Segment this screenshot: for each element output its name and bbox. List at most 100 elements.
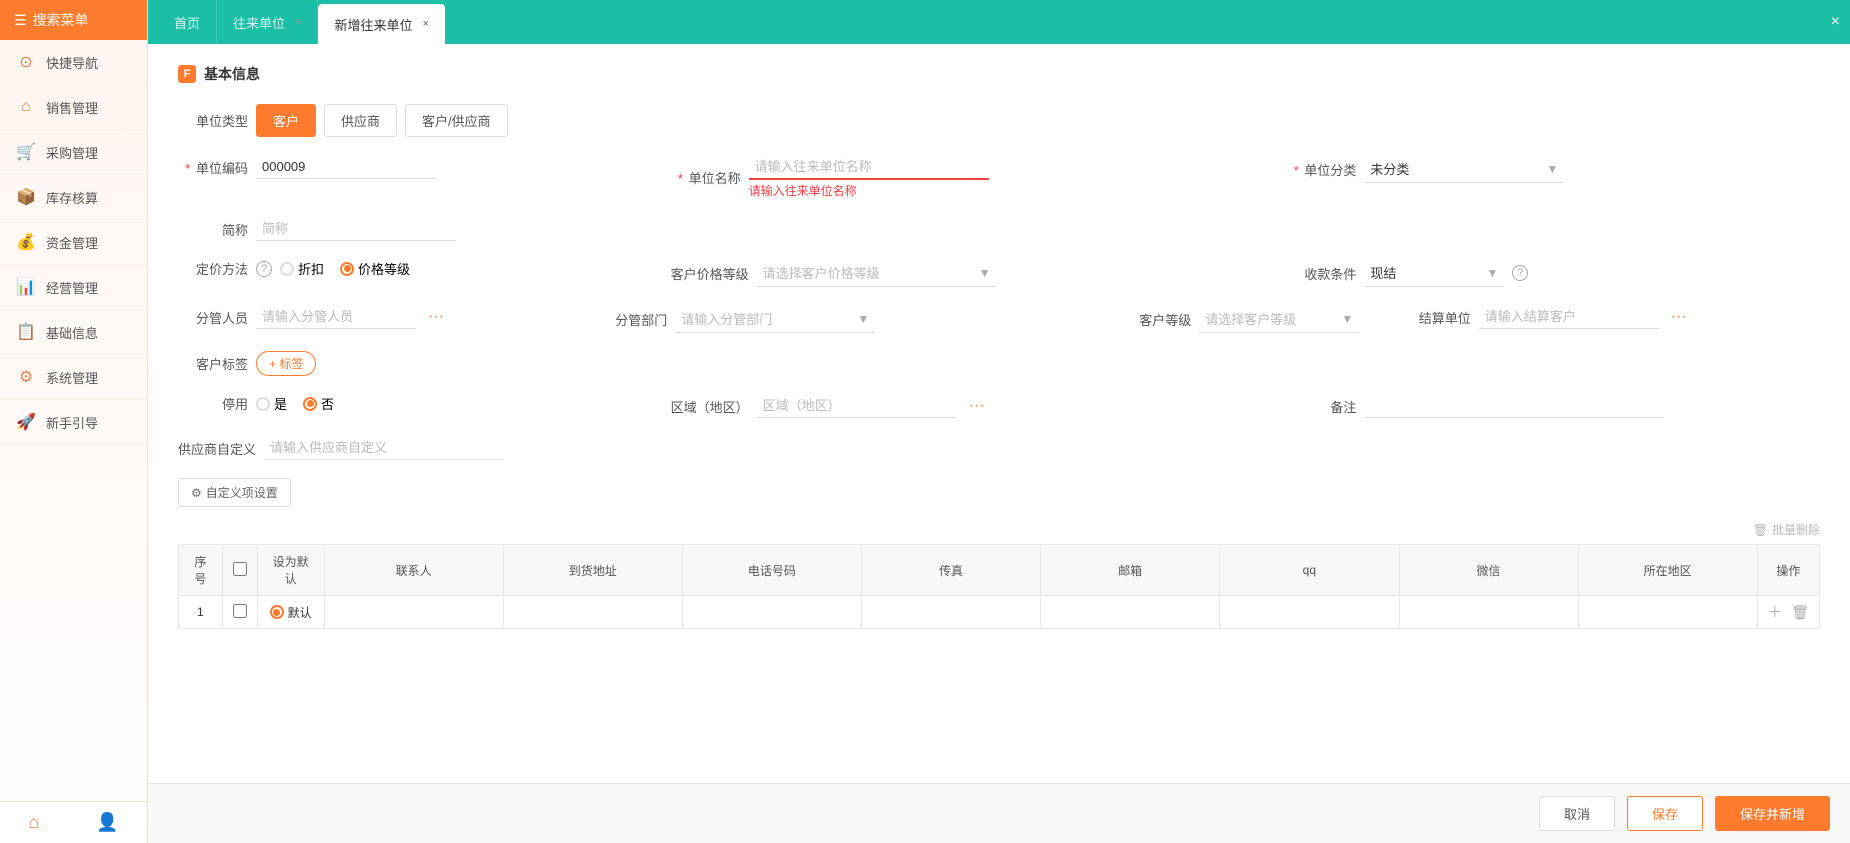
payment-terms-value: 现结 [1370,263,1486,282]
row-phone-input[interactable] [693,605,851,620]
disabled-label: 停用 [178,394,248,413]
disabled-no-radio[interactable]: 否 [303,394,334,413]
row-location[interactable] [1578,596,1757,629]
disabled-no-circle [303,397,317,411]
cancel-button[interactable]: 取消 [1539,796,1615,831]
sidebar-item-guide[interactable]: 🚀 新手引导 [0,400,147,445]
col-delivery: 到货地址 [503,545,682,596]
region-input[interactable] [757,394,957,418]
customer-price-level-arrow: ▼ [979,266,991,280]
payment-terms-select[interactable]: 现结 ▼ [1364,259,1504,287]
tab-new-partner-close[interactable]: × [422,18,428,30]
add-tag-btn[interactable]: + 标签 [256,351,316,376]
remark-label: 备注 [1286,397,1356,416]
unit-code-input[interactable] [256,155,436,179]
row-checkbox-input[interactable] [233,604,247,618]
pricing-method-label: 定价方法 [178,259,248,278]
short-name-input[interactable] [256,217,456,241]
sidebar-item-purchase[interactable]: 🛒 采购管理 [0,130,147,175]
tab-partners[interactable]: 往来单位 × [217,0,318,44]
sidebar: ☰ 搜索菜单 ⊙ 快捷导航 ⌂ 销售管理 🛒 采购管理 📦 库存核算 💰 资金管… [0,0,148,843]
row-location-input[interactable] [1589,605,1747,620]
row-contact-input[interactable] [335,605,493,620]
sidebar-item-system[interactable]: ⚙ 系统管理 [0,355,147,400]
row-qq[interactable] [1220,596,1399,629]
payment-terms-help-icon[interactable]: ? [1512,265,1528,281]
disabled-yes-radio[interactable]: 是 [256,394,287,413]
unit-type-label: 单位类型 [178,111,248,130]
unit-name-input[interactable] [749,155,989,180]
unit-code-label: * 单位编码 [178,158,248,177]
row-default: 默认 [257,596,324,629]
tab-new-partner[interactable]: 新增往来单位 × [318,4,444,44]
sidebar-item-inventory[interactable]: 📦 库存核算 [0,175,147,220]
department-field: 分管部门 请输入分管部门 ▼ [597,305,1121,333]
tab-home[interactable]: 首页 [158,0,217,44]
save-button[interactable]: 保存 [1627,796,1703,831]
row-delete-btn[interactable]: 🗑 [1791,604,1809,620]
pricing-discount-radio[interactable]: 折扣 [280,259,324,278]
close-all-tabs[interactable]: × [1831,13,1840,31]
sidebar-item-basic[interactable]: 📋 基础信息 [0,310,147,355]
sidebar-item-finance[interactable]: 💰 资金管理 [0,220,147,265]
user-bottom-icon[interactable]: 👤 [96,812,118,833]
sidebar-item-sales[interactable]: ⌂ 销售管理 [0,85,147,130]
row-delivery-input[interactable] [514,605,672,620]
supplier-custom-field: 供应商自定义 [178,436,1820,460]
batch-delete-label[interactable]: 批量删除 [1772,521,1820,538]
settlement-more-btn[interactable]: ··· [1667,308,1691,326]
row-fax[interactable] [861,596,1040,629]
col-phone: 电话号码 [682,545,861,596]
unit-category-label: * 单位分类 [1286,160,1356,179]
department-select[interactable]: 请输入分管部门 ▼ [675,305,875,333]
row-email[interactable] [1041,596,1220,629]
settlement-unit-input[interactable] [1479,305,1659,329]
col-seq: 序号 [179,545,223,596]
customer-price-level-select[interactable]: 请选择客户价格等级 ▼ [757,259,997,287]
save-and-new-button[interactable]: 保存并新增 [1715,796,1830,831]
manager-input[interactable] [256,305,416,329]
pricing-level-radio[interactable]: 价格等级 [340,259,410,278]
sidebar-item-operations[interactable]: 📊 经营管理 [0,265,147,310]
row-fax-input[interactable] [872,605,1030,620]
department-label: 分管部门 [597,310,667,329]
unit-btn-both[interactable]: 客户/供应商 [405,104,508,137]
row-wechat[interactable] [1399,596,1578,629]
manager-more-btn[interactable]: ··· [424,308,448,326]
row-qq-input[interactable] [1230,605,1388,620]
customer-level-select[interactable]: 请选择客户等级 ▼ [1199,305,1359,333]
row-default-radio[interactable]: 默认 [268,604,314,621]
home-bottom-icon[interactable]: ⌂ [28,812,39,833]
manager-row: 分管人员 ··· 分管部门 请输入分管部门 ▼ 客户等级 请选择客户等级 ▼ 结… [178,305,1820,333]
remark-field: 备注 [1286,394,1820,418]
bottom-action-bar: 取消 保存 保存并新增 [148,783,1850,843]
remark-input[interactable] [1364,394,1664,418]
customer-level-placeholder: 请选择客户等级 [1205,309,1341,328]
row-add-btn[interactable]: ＋ [1768,604,1782,620]
unit-btn-supplier[interactable]: 供应商 [324,104,397,137]
supplier-custom-input[interactable] [264,436,504,460]
row-wechat-input[interactable] [1410,605,1568,620]
manager-field: 分管人员 ··· [178,305,597,329]
disabled-row: 停用 是 否 区域（地区） ··· 备注 [178,394,1820,418]
row-delivery[interactable] [503,596,682,629]
region-more-btn[interactable]: ··· [965,397,989,415]
unit-btn-customer[interactable]: 客户 [256,104,316,137]
search-menu-btn[interactable]: ☰ 搜索菜单 [0,0,147,40]
unit-name-label: * 单位名称 [671,168,741,187]
section-title-icon: F [178,65,196,83]
department-arrow: ▼ [857,312,869,326]
row-contact[interactable] [324,596,503,629]
table-row: 1 默认 [179,596,1820,629]
pricing-help-icon[interactable]: ? [256,261,272,277]
row-phone[interactable] [682,596,861,629]
select-all-checkbox[interactable] [233,562,247,576]
col-email: 邮箱 [1041,545,1220,596]
unit-category-select[interactable]: 未分类 ▼ [1364,155,1564,183]
tab-partners-close[interactable]: × [295,16,301,28]
custom-settings-btn[interactable]: ⚙ 自定义项设置 [178,478,291,507]
contact-table: 序号 设为默认 联系人 到货地址 电话号码 传真 邮箱 qq 微信 所在地区 操… [178,544,1820,629]
row-email-input[interactable] [1051,605,1209,620]
sidebar-item-quick-nav[interactable]: ⊙ 快捷导航 [0,40,147,85]
unit-category-arrow: ▼ [1546,162,1558,176]
